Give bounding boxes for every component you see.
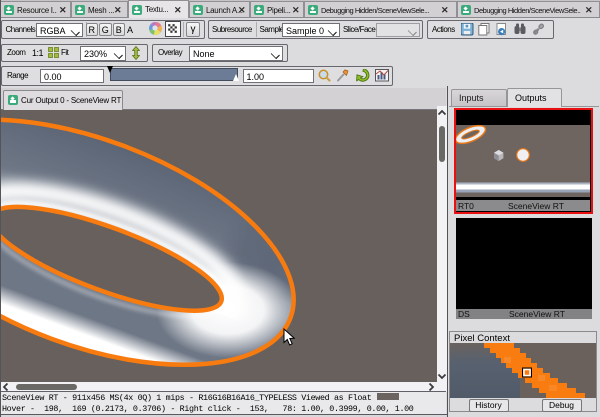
svg-text:RT0: RT0	[458, 201, 474, 211]
svg-text:SceneView RT: SceneView RT	[508, 201, 564, 211]
